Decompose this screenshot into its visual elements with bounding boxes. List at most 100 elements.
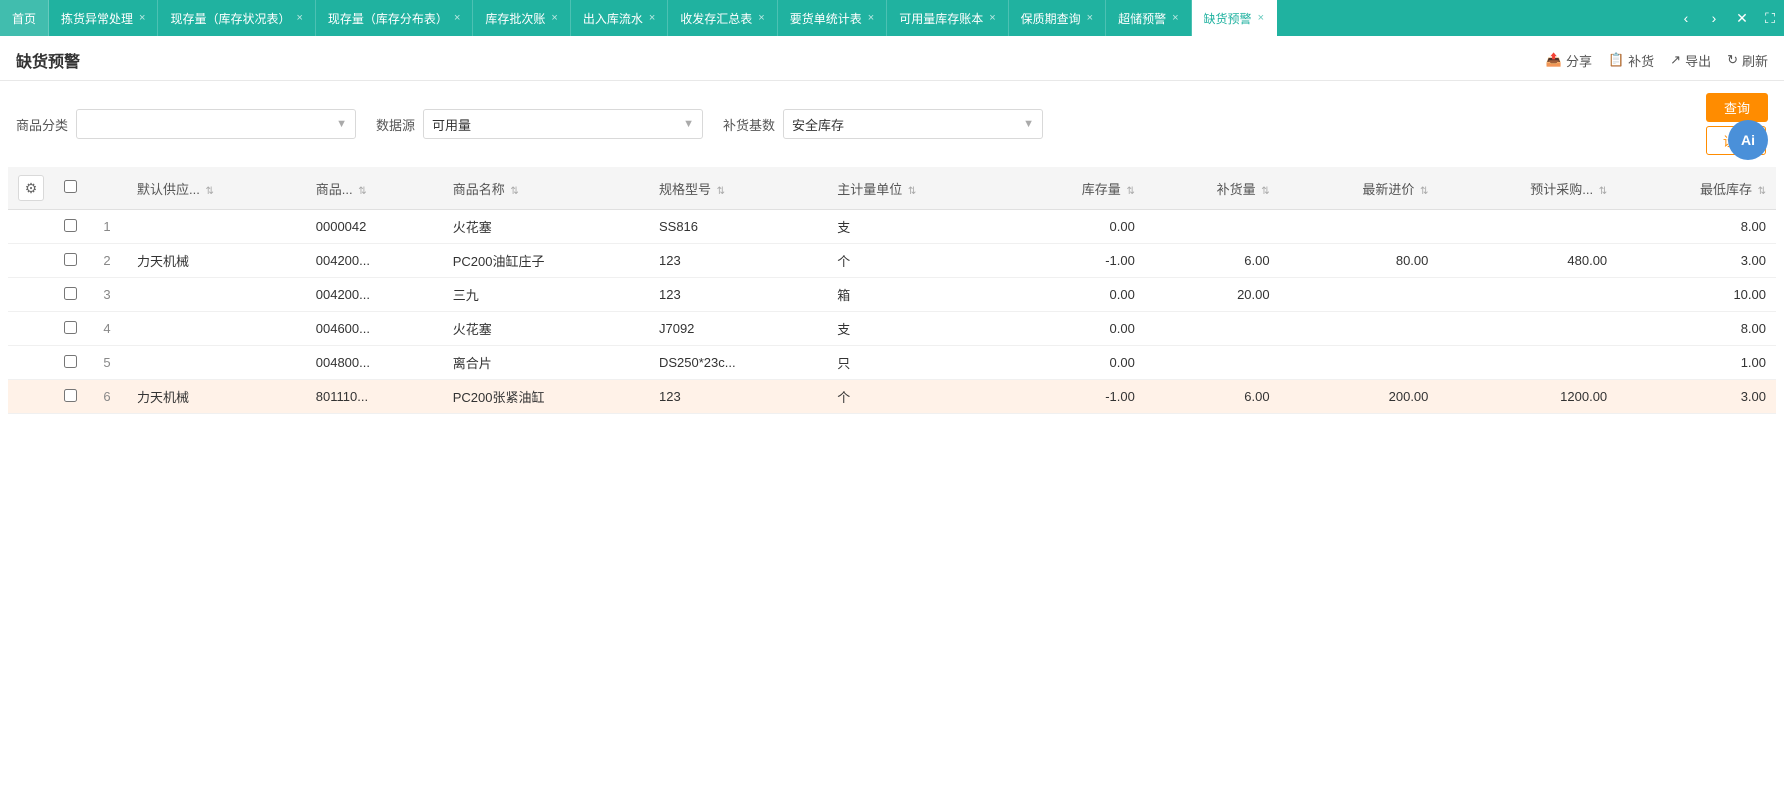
tab-stock-dist[interactable]: 现存量（库存分布表） × — [316, 0, 473, 36]
row-num-4: 5 — [87, 346, 127, 380]
datasource-filter-group: 数据源 可用量 ▼ — [376, 109, 703, 139]
tab-exception[interactable]: 拣货异常处理 × — [49, 0, 158, 36]
row-replenish-4 — [1145, 346, 1280, 380]
min-stock-sort-icon[interactable]: ⇅ — [1758, 186, 1766, 197]
col-replenish-header: 补货量 ⇅ — [1145, 167, 1280, 210]
row-supplier-2 — [127, 278, 306, 312]
page-title: 缺货预警 — [16, 48, 1546, 72]
row-unit-0: 支 — [827, 210, 1010, 244]
tab-inout-flow[interactable]: 出入库流水 × — [571, 0, 668, 36]
close-tab-batch[interactable]: × — [551, 12, 557, 24]
close-tab-stock-status[interactable]: × — [296, 12, 302, 24]
table-row: 4 004600... 火花塞 J7092 支 0.00 8.00 — [8, 312, 1776, 346]
close-tab-shortage[interactable]: × — [1258, 12, 1264, 24]
row-name-1: PC200油缸庄子 — [443, 244, 649, 278]
replenish-sort-icon[interactable]: ⇅ — [1261, 186, 1269, 197]
close-tab-inout-flow[interactable]: × — [649, 12, 655, 24]
category-select[interactable]: ▼ — [76, 109, 356, 139]
close-tab-available[interactable]: × — [989, 12, 995, 24]
close-tab-exception[interactable]: × — [139, 12, 145, 24]
row-checkbox-cell-3 — [54, 312, 87, 346]
row-code-2: 004200... — [306, 278, 443, 312]
share-icon: 📤 — [1546, 52, 1562, 68]
row-checkbox-5[interactable] — [64, 389, 77, 402]
refresh-button[interactable]: ↻ 刷新 — [1727, 51, 1768, 70]
col-spec-header: 规格型号 ⇅ — [649, 167, 827, 210]
row-est-purchase-1: 480.00 — [1438, 244, 1617, 278]
tab-expiry[interactable]: 保质期查询 × — [1009, 0, 1106, 36]
close-tab-expiry[interactable]: × — [1087, 12, 1093, 24]
tab-stock-status[interactable]: 现存量（库存状况表） × — [158, 0, 315, 36]
tab-collect[interactable]: 收发存汇总表 × — [668, 0, 777, 36]
tab-demand[interactable]: 要货单统计表 × — [778, 0, 887, 36]
column-settings-btn[interactable]: ⚙ — [18, 175, 44, 201]
row-stock-5: -1.00 — [1010, 380, 1145, 414]
est-purchase-sort-icon[interactable]: ⇅ — [1599, 186, 1607, 197]
spec-sort-icon[interactable]: ⇅ — [717, 186, 725, 197]
ai-badge[interactable]: Ai — [1728, 120, 1768, 160]
close-tab-collect[interactable]: × — [758, 12, 764, 24]
row-min-stock-1: 3.00 — [1617, 244, 1776, 278]
row-latest-price-0 — [1280, 210, 1439, 244]
row-replenish-3 — [1145, 312, 1280, 346]
row-stock-1: -1.00 — [1010, 244, 1145, 278]
close-tab-overstock[interactable]: × — [1172, 12, 1178, 24]
supplier-sort-icon[interactable]: ⇅ — [205, 186, 213, 197]
category-filter-group: 商品分类 ▼ — [16, 109, 356, 139]
unit-sort-icon[interactable]: ⇅ — [908, 186, 916, 197]
row-code-1: 004200... — [306, 244, 443, 278]
row-checkbox-2[interactable] — [64, 287, 77, 300]
supplement-button[interactable]: 📋 补货 — [1608, 51, 1654, 70]
export-button[interactable]: ↗ 导出 — [1670, 51, 1711, 70]
row-spec-0: SS816 — [649, 210, 827, 244]
select-all-checkbox[interactable] — [64, 180, 77, 193]
row-checkbox-4[interactable] — [64, 355, 77, 368]
code-sort-icon[interactable]: ⇅ — [358, 186, 366, 197]
col-gear: ⚙ — [8, 167, 54, 210]
row-stock-0: 0.00 — [1010, 210, 1145, 244]
table-header-row: ⚙ 默认供应... ⇅ 商品... ⇅ 商品名称 — [8, 167, 1776, 210]
datasource-select[interactable]: 可用量 ▼ — [423, 109, 703, 139]
row-replenish-1: 6.00 — [1145, 244, 1280, 278]
row-latest-price-5: 200.00 — [1280, 380, 1439, 414]
tab-available[interactable]: 可用量库存账本 × — [887, 0, 1008, 36]
row-unit-1: 个 — [827, 244, 1010, 278]
row-checkbox-3[interactable] — [64, 321, 77, 334]
tab-close-all-btn[interactable]: ✕ — [1728, 10, 1756, 27]
tab-next-btn[interactable]: › — [1700, 10, 1728, 26]
row-checkbox-1[interactable] — [64, 253, 77, 266]
tab-batch[interactable]: 库存批次账 × — [473, 0, 570, 36]
row-unit-2: 箱 — [827, 278, 1010, 312]
col-min-stock-header: 最低库存 ⇅ — [1617, 167, 1776, 210]
tab-maximize-btn[interactable]: ⛶ — [1756, 10, 1784, 27]
row-min-stock-4: 1.00 — [1617, 346, 1776, 380]
row-replenish-2: 20.00 — [1145, 278, 1280, 312]
tab-shortage[interactable]: 缺货预警 × — [1192, 0, 1277, 36]
stock-sort-icon[interactable]: ⇅ — [1126, 186, 1134, 197]
row-min-stock-2: 10.00 — [1617, 278, 1776, 312]
table-row: 3 004200... 三九 123 箱 0.00 20.00 10.00 — [8, 278, 1776, 312]
query-button[interactable]: 查询 — [1706, 93, 1768, 122]
row-est-purchase-4 — [1438, 346, 1617, 380]
tab-prev-btn[interactable]: ‹ — [1672, 10, 1700, 26]
latest-price-sort-icon[interactable]: ⇅ — [1420, 186, 1428, 197]
tab-home[interactable]: 首页 — [0, 0, 49, 36]
col-est-purchase-header: 预计采购... ⇅ — [1438, 167, 1617, 210]
row-num-0: 1 — [87, 210, 127, 244]
row-latest-price-4 — [1280, 346, 1439, 380]
share-button[interactable]: 📤 分享 — [1546, 51, 1592, 70]
filter-area: 商品分类 ▼ 数据源 可用量 ▼ 补货基数 安全库存 ▼ 查询 设置 — [0, 81, 1784, 167]
row-stock-4: 0.00 — [1010, 346, 1145, 380]
tab-overstock[interactable]: 超储预警 × — [1106, 0, 1191, 36]
row-replenish-0 — [1145, 210, 1280, 244]
col-name-header: 商品名称 ⇅ — [443, 167, 649, 210]
replenish-select[interactable]: 安全库存 ▼ — [783, 109, 1043, 139]
row-num-5: 6 — [87, 380, 127, 414]
row-name-0: 火花塞 — [443, 210, 649, 244]
close-tab-stock-dist[interactable]: × — [454, 12, 460, 24]
name-sort-icon[interactable]: ⇅ — [510, 186, 518, 197]
close-tab-demand[interactable]: × — [868, 12, 874, 24]
row-checkbox-0[interactable] — [64, 219, 77, 232]
datasource-label: 数据源 — [376, 115, 415, 134]
row-gear-4 — [8, 346, 54, 380]
